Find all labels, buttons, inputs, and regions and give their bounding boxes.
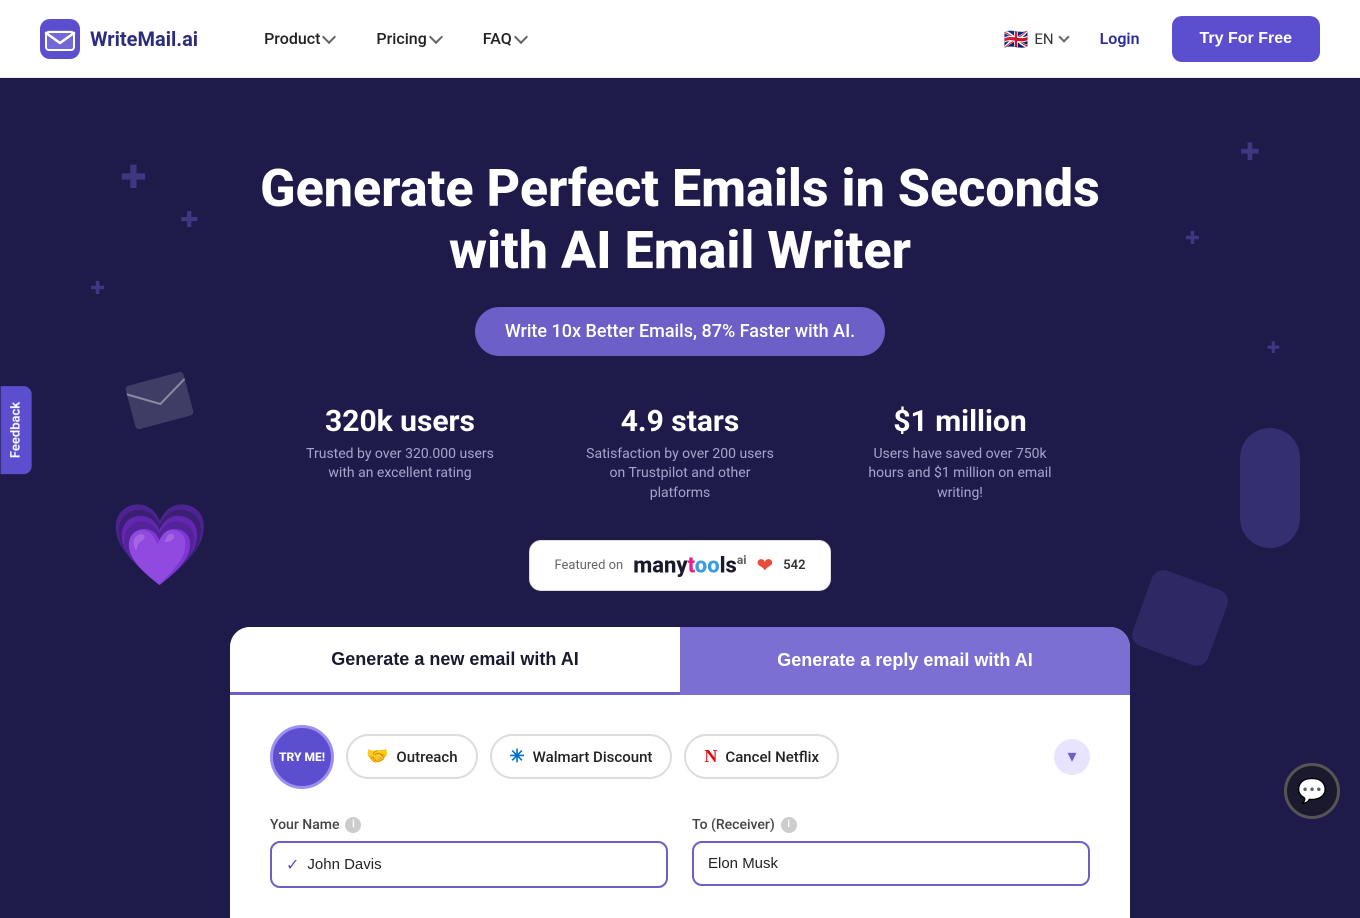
chevron-down-icon	[429, 30, 443, 44]
stat-stars: 4.9 stars Satisfaction by over 200 users…	[580, 404, 780, 504]
deco-plus-icon: ✚	[90, 278, 105, 299]
your-name-group: Your Name i ✓	[270, 817, 668, 888]
stats-row: 320k users Trusted by over 320.000 users…	[300, 404, 1060, 504]
navbar: WriteMail.ai Product Pricing FAQ 🇬🇧 EN L…	[0, 0, 1360, 78]
try-me-badge: TRY ME!	[270, 725, 334, 789]
hero-title: Generate Perfect Emails in Seconds with …	[230, 158, 1130, 283]
deco-plus-icon: ✚	[180, 208, 198, 233]
heart-icon: ❤	[756, 553, 773, 577]
more-templates-button[interactable]: ▾	[1054, 739, 1090, 775]
tab-new-email[interactable]: Generate a new email with AI	[230, 627, 680, 695]
chevron-down-icon	[322, 30, 336, 44]
your-name-input-wrapper: ✓	[270, 841, 668, 888]
stat-users-desc: Trusted by over 320.000 users with an ex…	[300, 445, 500, 484]
your-name-input[interactable]	[307, 856, 652, 873]
language-selector[interactable]: 🇬🇧 EN	[1003, 27, 1067, 51]
info-icon[interactable]: i	[345, 817, 361, 833]
walmart-icon: ✳	[510, 746, 525, 767]
stat-million: $1 million Users have saved over 750k ho…	[860, 404, 1060, 504]
deco-plus-icon: ✚	[1185, 228, 1200, 249]
info-icon[interactable]: i	[781, 817, 797, 833]
deco-plus-icon: ✚	[1240, 138, 1260, 166]
manytools-count: 542	[783, 558, 805, 573]
stat-million-desc: Users have saved over 750k hours and $1 …	[860, 445, 1060, 504]
logo-icon	[40, 19, 80, 59]
navbar-nav: Product Pricing FAQ	[248, 21, 1003, 56]
netflix-icon: N	[704, 746, 717, 767]
outreach-emoji-icon: 🤝	[366, 746, 388, 767]
deco-shape-right	[1240, 428, 1300, 548]
login-button[interactable]: Login	[1084, 21, 1156, 56]
stat-stars-value: 4.9 stars	[580, 404, 780, 439]
logo-text: WriteMail.ai	[90, 27, 198, 51]
deco-shape-right2	[1140, 578, 1220, 658]
deco-plus-icon: ✚	[1267, 338, 1280, 357]
chevron-down-icon	[514, 30, 528, 44]
stat-million-value: $1 million	[860, 404, 1060, 439]
receiver-input[interactable]	[708, 855, 1074, 872]
tab-row: Generate a new email with AI Generate a …	[230, 627, 1130, 695]
form-row: Your Name i ✓ To (Receiver) i	[270, 817, 1090, 888]
your-name-label: Your Name i	[270, 817, 668, 833]
manytools-featured-text: Featured on	[554, 558, 623, 573]
template-chip-walmart[interactable]: ✳ Walmart Discount	[490, 734, 673, 779]
navbar-right: 🇬🇧 EN Login Try For Free	[1003, 16, 1320, 62]
nav-product[interactable]: Product	[248, 21, 350, 56]
tab-reply-email[interactable]: Generate a reply email with AI	[680, 627, 1130, 695]
heart-decoration: 💗	[110, 498, 210, 592]
feedback-button[interactable]: Feedback	[1, 385, 32, 473]
stat-users-value: 320k users	[300, 404, 500, 439]
nav-faq[interactable]: FAQ	[467, 21, 542, 56]
receiver-label: To (Receiver) i	[692, 817, 1090, 833]
stat-stars-desc: Satisfaction by over 200 users on Trustp…	[580, 445, 780, 504]
chevron-down-icon	[1058, 31, 1069, 42]
manytools-badge[interactable]: Featured on manytoolsai ❤ 542	[529, 540, 830, 591]
chat-icon: 💬	[1297, 777, 1327, 805]
receiver-group: To (Receiver) i	[692, 817, 1090, 888]
template-chip-netflix[interactable]: N Cancel Netflix	[684, 734, 839, 779]
logo[interactable]: WriteMail.ai	[40, 19, 198, 59]
template-row: TRY ME! 🤝 Outreach ✳ Walmart Discount N …	[270, 725, 1090, 789]
flag-icon: 🇬🇧	[1003, 27, 1028, 51]
template-chip-outreach[interactable]: 🤝 Outreach	[346, 734, 478, 779]
manytools-logo: manytoolsai	[633, 553, 746, 578]
tab-card: Generate a new email with AI Generate a …	[230, 627, 1130, 918]
stat-users: 320k users Trusted by over 320.000 users…	[300, 404, 500, 504]
receiver-input-wrapper	[692, 841, 1090, 886]
nav-pricing[interactable]: Pricing	[360, 21, 456, 56]
hero-subtitle-badge: Write 10x Better Emails, 87% Faster with…	[475, 307, 885, 356]
hero-section: ✚ ✚ ✚ ✚ ✚ ✚ 💗 Generate Perfect Emails in…	[0, 78, 1360, 918]
deco-plus-icon: ✚	[120, 158, 147, 196]
chat-button[interactable]: 💬	[1284, 763, 1340, 819]
check-icon: ✓	[286, 855, 299, 874]
tab-content: TRY ME! 🤝 Outreach ✳ Walmart Discount N …	[230, 695, 1130, 918]
try-free-button[interactable]: Try For Free	[1172, 16, 1320, 62]
envelope-decoration	[125, 371, 196, 434]
